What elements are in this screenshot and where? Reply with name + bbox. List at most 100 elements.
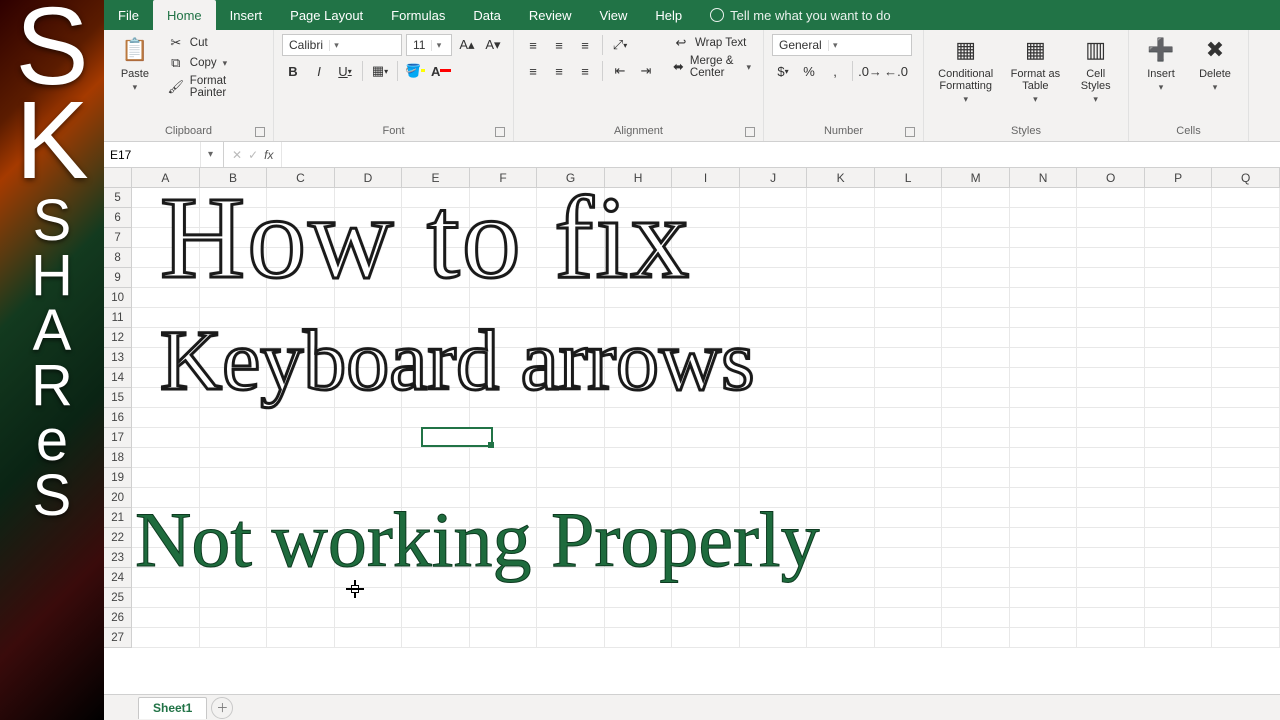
cell[interactable]: [1010, 608, 1078, 628]
cell[interactable]: [200, 228, 268, 248]
cell[interactable]: [537, 188, 605, 208]
fill-handle[interactable]: [488, 442, 494, 448]
cell[interactable]: [402, 468, 470, 488]
cell[interactable]: [942, 288, 1010, 308]
dialog-launcher-icon[interactable]: [495, 127, 505, 137]
cell[interactable]: [807, 368, 875, 388]
cell[interactable]: [200, 588, 268, 608]
cell[interactable]: [267, 368, 335, 388]
cell[interactable]: [200, 428, 268, 448]
cell[interactable]: [537, 268, 605, 288]
cell[interactable]: [1145, 228, 1213, 248]
cell[interactable]: [402, 328, 470, 348]
cell[interactable]: [807, 588, 875, 608]
cell[interactable]: [1145, 628, 1213, 648]
cancel-icon[interactable]: ✕: [232, 148, 242, 162]
cell[interactable]: [132, 548, 200, 568]
cell[interactable]: [537, 488, 605, 508]
cell[interactable]: [807, 608, 875, 628]
cell[interactable]: [672, 528, 740, 548]
cell[interactable]: [605, 488, 673, 508]
cell[interactable]: [1077, 408, 1145, 428]
row-header[interactable]: 18: [104, 448, 132, 468]
cell[interactable]: [132, 588, 200, 608]
cell[interactable]: [672, 348, 740, 368]
cell[interactable]: [470, 528, 538, 548]
font-name-combo[interactable]: Calibri▾: [282, 34, 402, 56]
cell[interactable]: [402, 408, 470, 428]
cell[interactable]: [740, 608, 808, 628]
name-box-input[interactable]: [104, 148, 200, 162]
cell[interactable]: [470, 348, 538, 368]
tab-insert[interactable]: Insert: [216, 0, 277, 30]
cell[interactable]: [537, 608, 605, 628]
cell[interactable]: [875, 628, 943, 648]
cell[interactable]: [1145, 568, 1213, 588]
cell[interactable]: [807, 248, 875, 268]
cell[interactable]: [335, 388, 403, 408]
cell[interactable]: [1077, 608, 1145, 628]
cell[interactable]: [267, 568, 335, 588]
cell[interactable]: [942, 268, 1010, 288]
cell[interactable]: [942, 608, 1010, 628]
cell[interactable]: [740, 428, 808, 448]
comma-format-button[interactable]: ,: [824, 60, 846, 82]
cell[interactable]: [942, 248, 1010, 268]
cell[interactable]: [470, 588, 538, 608]
cell[interactable]: [740, 288, 808, 308]
cell[interactable]: [672, 208, 740, 228]
cell[interactable]: [1212, 568, 1280, 588]
cell[interactable]: [335, 568, 403, 588]
cell[interactable]: [267, 628, 335, 648]
cell[interactable]: [1145, 448, 1213, 468]
cell[interactable]: [605, 528, 673, 548]
cell[interactable]: [1010, 548, 1078, 568]
cell[interactable]: [200, 548, 268, 568]
cell[interactable]: [807, 468, 875, 488]
cell[interactable]: [740, 388, 808, 408]
cell[interactable]: [875, 288, 943, 308]
cell[interactable]: [335, 228, 403, 248]
cell[interactable]: [1212, 628, 1280, 648]
cell[interactable]: [1077, 388, 1145, 408]
cell[interactable]: [875, 488, 943, 508]
cell[interactable]: [470, 548, 538, 568]
cell[interactable]: [1212, 448, 1280, 468]
cell[interactable]: [605, 628, 673, 648]
cell[interactable]: [1077, 628, 1145, 648]
cell[interactable]: [1010, 228, 1078, 248]
cell[interactable]: [470, 488, 538, 508]
cell[interactable]: [1212, 228, 1280, 248]
cell[interactable]: [1212, 288, 1280, 308]
cell[interactable]: [1077, 428, 1145, 448]
cell[interactable]: [1077, 288, 1145, 308]
cell[interactable]: [740, 328, 808, 348]
cell[interactable]: [132, 448, 200, 468]
cell[interactable]: [605, 288, 673, 308]
align-middle-button[interactable]: ≡: [548, 34, 570, 56]
font-color-button[interactable]: A: [430, 60, 452, 82]
cell[interactable]: [1010, 268, 1078, 288]
cell[interactable]: [605, 408, 673, 428]
cell[interactable]: [875, 208, 943, 228]
cell[interactable]: [1212, 328, 1280, 348]
cell[interactable]: [672, 428, 740, 448]
cell[interactable]: [267, 328, 335, 348]
row-header[interactable]: 19: [104, 468, 132, 488]
cell[interactable]: [807, 568, 875, 588]
cell[interactable]: [1077, 268, 1145, 288]
cell[interactable]: [942, 488, 1010, 508]
cell[interactable]: [672, 408, 740, 428]
align-bottom-button[interactable]: ≡: [574, 34, 596, 56]
cell[interactable]: [470, 188, 538, 208]
cell[interactable]: [1145, 548, 1213, 568]
cell[interactable]: [132, 408, 200, 428]
cell[interactable]: [1010, 628, 1078, 648]
cell[interactable]: [875, 308, 943, 328]
cell[interactable]: [200, 508, 268, 528]
cell[interactable]: [807, 488, 875, 508]
cell[interactable]: [470, 388, 538, 408]
cell[interactable]: [1212, 528, 1280, 548]
cell[interactable]: [672, 628, 740, 648]
cell[interactable]: [470, 328, 538, 348]
